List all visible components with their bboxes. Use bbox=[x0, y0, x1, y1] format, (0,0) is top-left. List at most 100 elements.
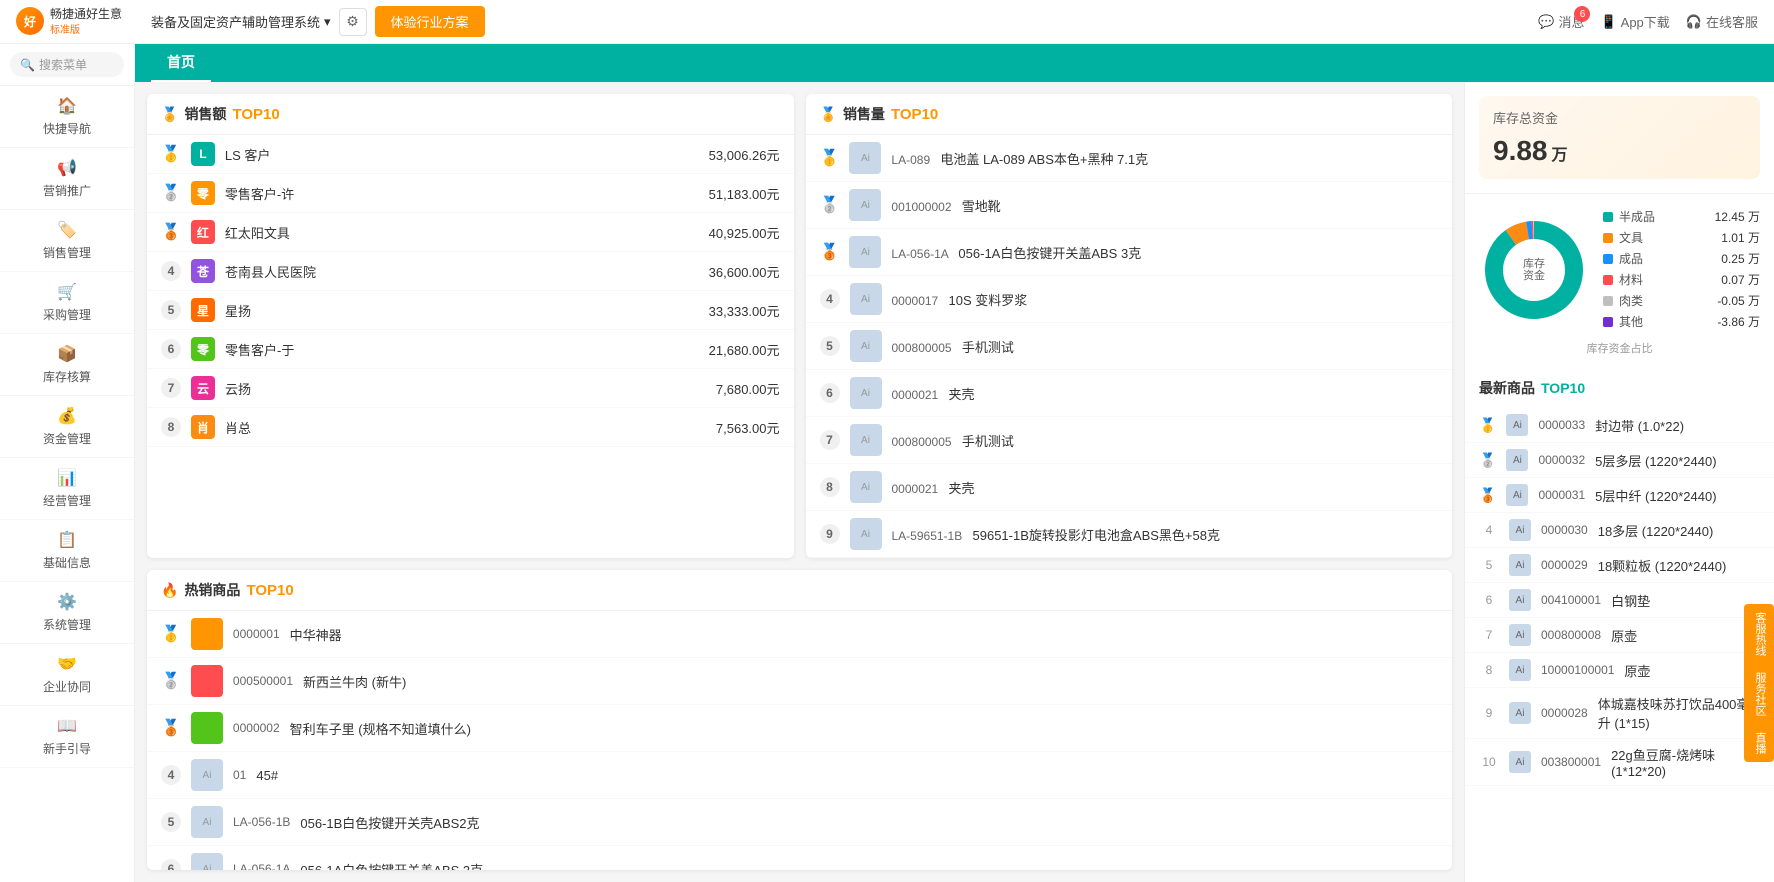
medal-icon: 🥉 bbox=[161, 718, 181, 738]
sidebar-item-finance[interactable]: 💰 资金管理 bbox=[0, 396, 134, 458]
product-code: 004100001 bbox=[1541, 593, 1601, 607]
sidebar-item-inventory[interactable]: 📦 库存核算 bbox=[0, 334, 134, 396]
product-code: 10000100001 bbox=[1541, 663, 1614, 677]
inventory-section: 库存总资金 9.88 万 bbox=[1465, 82, 1774, 194]
avatar: L bbox=[191, 142, 215, 166]
sidebar-item-label: 销售管理 bbox=[43, 244, 91, 261]
sold-ranking-title: 销售量 bbox=[843, 104, 885, 124]
legend-item: 半成品 12.45 万 bbox=[1603, 208, 1760, 225]
product-code: LA-056-1B bbox=[233, 815, 290, 829]
list-item: 9 Ai 0000028 体城嘉枝味苏打饮品400毫升 (1*15) bbox=[1465, 688, 1774, 739]
table-row: 6 零 零售客户-于 21,680.00元 bbox=[147, 330, 794, 369]
sidebar-item-operation[interactable]: 📊 经营管理 bbox=[0, 458, 134, 520]
product-code: 0000031 bbox=[1538, 488, 1585, 502]
product-thumb: Ai bbox=[191, 853, 223, 870]
hot-products-title: 热销商品 bbox=[184, 580, 240, 600]
sidebar-search-container[interactable]: 🔍 搜索菜单 bbox=[0, 44, 134, 86]
product-name: 手机测试 bbox=[962, 340, 1014, 355]
nav-home-tab[interactable]: 首页 bbox=[151, 44, 211, 82]
list-item: 8 Ai 10000100001 原壶 bbox=[1465, 653, 1774, 688]
customer-hotline-button[interactable]: 客服热线 bbox=[1744, 604, 1774, 664]
sidebar-item-basic[interactable]: 📋 基础信息 bbox=[0, 520, 134, 582]
legend-value: -3.86 万 bbox=[1717, 313, 1760, 330]
purchase-icon: 🛒 bbox=[57, 282, 77, 302]
rank-number: 6 bbox=[161, 859, 181, 870]
medal-icon: 🏅 bbox=[820, 106, 837, 123]
sidebar-item-purchase[interactable]: 🛒 采购管理 bbox=[0, 272, 134, 334]
sale-value: 40,925.00元 bbox=[709, 223, 780, 242]
customer-name: 零售客户-于 bbox=[225, 340, 699, 359]
logo-text: 畅捷通好生意 bbox=[50, 7, 122, 21]
sidebar-item-home[interactable]: 🏠 快捷导航 bbox=[0, 86, 134, 148]
product-thumb: Ai bbox=[1509, 659, 1531, 681]
table-row: 8 Ai 0000021 夹壳 bbox=[806, 464, 1453, 511]
system-selector: 装备及固定资产辅助管理系统 ▾ ⚙ 体验行业方案 bbox=[151, 6, 1538, 37]
sale-value: 7,680.00元 bbox=[716, 379, 780, 398]
product-name: 雪地靴 bbox=[962, 199, 1001, 214]
table-row: 🥈 零 零售客户-许 51,183.00元 bbox=[147, 174, 794, 213]
live-button[interactable]: 直播 bbox=[1744, 724, 1774, 762]
new-products-section: 最新商品 TOP10 🥇 Ai 0000033 封边带 (1.0*22) 🥈 A… bbox=[1465, 364, 1774, 800]
sold-ranking-card: 🏅 销售量 TOP10 🥇 Ai LA-089 电池盖 LA-089 ABS本色… bbox=[806, 94, 1453, 558]
legend-dot bbox=[1603, 296, 1613, 306]
product-name: 夹壳 bbox=[949, 481, 975, 496]
sales-ranking-header: 🏅 销售额 TOP10 bbox=[147, 94, 794, 135]
legend-name: 文具 bbox=[1619, 229, 1715, 246]
customer-name: 零售客户-许 bbox=[225, 184, 699, 203]
product-thumb: Ai bbox=[1509, 624, 1531, 646]
trial-button[interactable]: 体验行业方案 bbox=[375, 6, 485, 37]
sidebar-item-sales[interactable]: 🏷️ 销售管理 bbox=[0, 210, 134, 272]
chart-subtitle: 库存资金占比 bbox=[1465, 340, 1774, 364]
sales-ranking-title: 销售额 bbox=[184, 104, 226, 124]
rank-number: 5 bbox=[1479, 558, 1499, 572]
service-button[interactable]: 🎧 在线客服 bbox=[1686, 12, 1758, 31]
message-badge: 6 bbox=[1574, 6, 1590, 22]
product-code: 0000002 bbox=[233, 721, 280, 735]
table-row: 7 Ai 000800005 手机测试 bbox=[806, 417, 1453, 464]
product-thumb: Ai bbox=[849, 142, 881, 174]
list-item: 6 Ai LA-056-1A 056-1A白色按键开关盖ABS 3克 bbox=[147, 846, 1452, 870]
medal-icon: 🥇 bbox=[161, 624, 181, 644]
rank-number: 9 bbox=[1479, 706, 1499, 720]
product-thumb: Ai bbox=[850, 283, 882, 315]
right-panel: 库存总资金 9.88 万 bbox=[1464, 82, 1774, 882]
product-name: 59651-1B旋转投影灯电池盒ABS黑色+58克 bbox=[973, 528, 1220, 543]
avatar: 红 bbox=[191, 220, 215, 244]
sale-value: 51,183.00元 bbox=[709, 184, 780, 203]
product-thumb: Ai bbox=[191, 806, 223, 838]
sidebar-item-system[interactable]: ⚙️ 系统管理 bbox=[0, 582, 134, 644]
app-download-button[interactable]: 📱 App下载 bbox=[1600, 12, 1669, 31]
product-code: 0000029 bbox=[1541, 558, 1588, 572]
product-code: LA-089 bbox=[891, 153, 936, 167]
product-name: 45# bbox=[256, 768, 278, 783]
service-community-button[interactable]: 服务社区 bbox=[1744, 664, 1774, 724]
product-thumb: Ai bbox=[849, 189, 881, 221]
sidebar-item-label: 系统管理 bbox=[43, 616, 91, 633]
gear-button[interactable]: ⚙ bbox=[339, 8, 367, 36]
medal-icon: 🥇 bbox=[1479, 417, 1496, 434]
dashboard-left: 🏅 销售额 TOP10 🥇 L LS 客户 53,006.26元 bbox=[135, 82, 1464, 882]
hot-products-list: 🥇 0000001 中华神器 🥈 000500001 新西兰牛肉 (新牛) bbox=[147, 611, 1452, 870]
main-content: 首页 🏅 销售额 TOP10 🥇 bbox=[135, 44, 1774, 882]
sidebar-item-guide[interactable]: 📖 新手引导 bbox=[0, 706, 134, 768]
rank-number: 4 bbox=[161, 261, 181, 281]
product-thumb: Ai bbox=[1509, 519, 1531, 541]
search-bar[interactable]: 🔍 搜索菜单 bbox=[10, 52, 124, 77]
header-right: 💬 消息 6 📱 App下载 🎧 在线客服 bbox=[1538, 12, 1758, 31]
inventory-amount: 9.88 万 bbox=[1493, 135, 1746, 167]
system-name[interactable]: 装备及固定资产辅助管理系统 ▾ bbox=[151, 12, 331, 31]
legend-dot bbox=[1603, 254, 1613, 264]
sidebar-item-label: 企业协同 bbox=[43, 678, 91, 695]
sidebar-item-marketing[interactable]: 📢 营销推广 bbox=[0, 148, 134, 210]
table-row: 🥉 红 红太阳文具 40,925.00元 bbox=[147, 213, 794, 252]
message-button[interactable]: 💬 消息 6 bbox=[1538, 12, 1584, 31]
customer-name: LS 客户 bbox=[225, 145, 699, 164]
list-item: 6 Ai 004100001 白钢垫 bbox=[1465, 583, 1774, 618]
product-name: 056-1B白色按键开关壳ABS2克 bbox=[300, 813, 479, 832]
product-name: 封边带 (1.0*22) bbox=[1595, 416, 1760, 435]
basic-icon: 📋 bbox=[57, 530, 77, 550]
sidebar-item-cooperation[interactable]: 🤝 企业协同 bbox=[0, 644, 134, 706]
medal-icon: 🥈 bbox=[820, 195, 840, 215]
product-code: 001000002 bbox=[891, 200, 958, 214]
legend-dot bbox=[1603, 233, 1613, 243]
